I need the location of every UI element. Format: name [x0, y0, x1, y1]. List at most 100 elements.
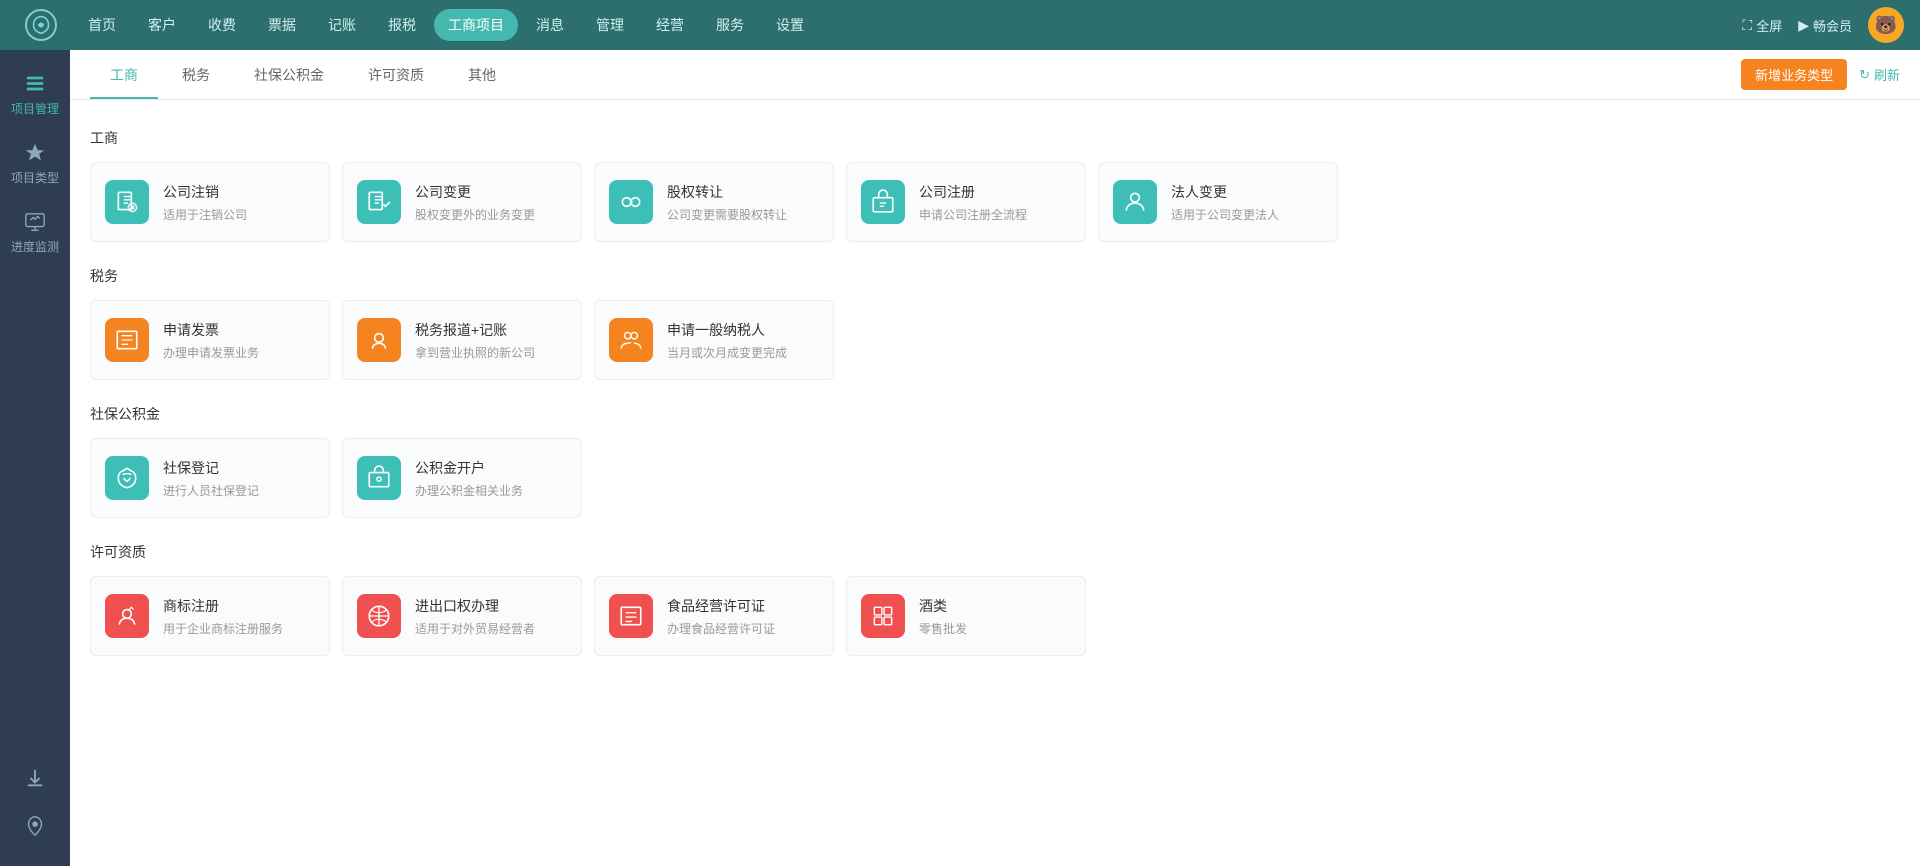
tab-bar: 工商 税务 社保公积金 许可资质 其他 新增业务类型 ↻ 刷新 — [70, 50, 1920, 100]
icon-food-license — [609, 594, 653, 638]
icon-company-change — [357, 180, 401, 224]
nav-item-settings[interactable]: 设置 — [762, 9, 818, 41]
nav-item-home[interactable]: 首页 — [74, 9, 130, 41]
card-info-company-change: 公司变更 股权变更外的业务变更 — [415, 182, 535, 223]
card-info-company-register: 公司注册 申请公司注册全流程 — [919, 182, 1027, 223]
tab-actions: 新增业务类型 ↻ 刷新 — [1741, 59, 1900, 90]
card-company-register[interactable]: 公司注册 申请公司注册全流程 — [846, 162, 1086, 242]
icon-tax-report — [357, 318, 401, 362]
sidebar-bottom — [15, 754, 55, 866]
icon-alcohol — [861, 594, 905, 638]
nav-item-client[interactable]: 客户 — [134, 9, 190, 41]
card-title-food-license: 食品经营许可证 — [667, 596, 775, 616]
card-info-social-security: 社保登记 进行人员社保登记 — [163, 458, 259, 499]
card-equity-transfer[interactable]: 股权转让 公司变更需要股权转让 — [594, 162, 834, 242]
nav-item-bizproject[interactable]: 工商项目 — [434, 9, 518, 41]
card-title-social-security: 社保登记 — [163, 458, 259, 478]
card-info-tax-report: 税务报道+记账 拿到营业执照的新公司 — [415, 320, 535, 361]
list-icon — [23, 72, 47, 96]
sidebar-item-project-type[interactable]: 项目类型 — [0, 129, 70, 198]
sidebar-item-location[interactable] — [15, 802, 55, 850]
card-info-trademark: 商标注册 用于企业商标注册服务 — [163, 596, 283, 637]
card-grid-xukezi: 商标注册 用于企业商标注册服务 进出口权办理 适用于对外贸易 — [90, 576, 1900, 656]
nav-item-fee[interactable]: 收费 — [194, 9, 250, 41]
card-title-alcohol: 酒类 — [919, 596, 967, 616]
card-desc-invoice-apply: 办理申请发票业务 — [163, 344, 259, 361]
left-sidebar: 项目管理 项目类型 进度监测 — [0, 50, 70, 866]
tab-xukezi[interactable]: 许可资质 — [348, 50, 444, 99]
member-label: 畅会员 — [1813, 16, 1852, 35]
sidebar-item-progress-monitor[interactable]: 进度监测 — [0, 198, 70, 267]
nav-item-operations[interactable]: 经营 — [642, 9, 698, 41]
card-social-security[interactable]: 社保登记 进行人员社保登记 — [90, 438, 330, 518]
icon-company-cancellation — [105, 180, 149, 224]
card-grid-shebao: 社保登记 进行人员社保登记 公积金开户 办理公积金相关业务 — [90, 438, 1900, 518]
icon-general-taxpayer — [609, 318, 653, 362]
section-title-shebao: 社保公积金 — [90, 404, 1900, 424]
tab-other[interactable]: 其他 — [448, 50, 516, 99]
tab-shebao[interactable]: 社保公积金 — [234, 50, 344, 99]
card-provident-fund[interactable]: 公积金开户 办理公积金相关业务 — [342, 438, 582, 518]
icon-import-export — [357, 594, 401, 638]
card-title-company-change: 公司变更 — [415, 182, 535, 202]
card-grid-gongshang: 公司注销 适用于注销公司 公司变更 股权变更外的业务变更 — [90, 162, 1900, 242]
sidebar-item-project-manage[interactable]: 项目管理 — [0, 60, 70, 129]
card-food-license[interactable]: 食品经营许可证 办理食品经营许可证 — [594, 576, 834, 656]
card-trademark[interactable]: 商标注册 用于企业商标注册服务 — [90, 576, 330, 656]
card-desc-import-export: 适用于对外贸易经营者 — [415, 620, 535, 637]
card-desc-social-security: 进行人员社保登记 — [163, 482, 259, 499]
card-info-import-export: 进出口权办理 适用于对外贸易经营者 — [415, 596, 535, 637]
card-invoice-apply[interactable]: 申请发票 办理申请发票业务 — [90, 300, 330, 380]
nav-item-accounting[interactable]: 记账 — [314, 9, 370, 41]
tab-gongshang[interactable]: 工商 — [90, 50, 158, 99]
card-alcohol[interactable]: 酒类 零售批发 — [846, 576, 1086, 656]
card-company-change[interactable]: 公司变更 股权变更外的业务变更 — [342, 162, 582, 242]
card-title-provident-fund: 公积金开户 — [415, 458, 523, 478]
card-import-export[interactable]: 进出口权办理 适用于对外贸易经营者 — [342, 576, 582, 656]
icon-company-register — [861, 180, 905, 224]
card-tax-report[interactable]: 税务报道+记账 拿到营业执照的新公司 — [342, 300, 582, 380]
location-icon — [23, 814, 47, 838]
refresh-icon: ↻ — [1859, 67, 1870, 83]
nav-item-bills[interactable]: 票据 — [254, 9, 310, 41]
refresh-label: 刷新 — [1874, 65, 1900, 84]
add-type-button[interactable]: 新增业务类型 — [1741, 59, 1847, 90]
card-grid-shuiwu: 申请发票 办理申请发票业务 税务报道+记账 拿到营业执照的新公司 — [90, 300, 1900, 380]
sidebar-item-download[interactable] — [15, 754, 55, 802]
card-general-taxpayer[interactable]: 申请一般纳税人 当月或次月成变更完成 — [594, 300, 834, 380]
sidebar-label-project-type: 项目类型 — [11, 169, 59, 186]
card-desc-company-change: 股权变更外的业务变更 — [415, 206, 535, 223]
nav-item-tax[interactable]: 报税 — [374, 9, 430, 41]
icon-trademark — [105, 594, 149, 638]
card-desc-company-cancellation: 适用于注销公司 — [163, 206, 247, 223]
card-legal-change[interactable]: 法人变更 适用于公司变更法人 — [1098, 162, 1338, 242]
section-title-shuiwu: 税务 — [90, 266, 1900, 286]
fullscreen-label: 全屏 — [1756, 16, 1782, 35]
nav-item-service[interactable]: 服务 — [702, 9, 758, 41]
icon-invoice-apply — [105, 318, 149, 362]
mascot-avatar[interactable]: 🐻 — [1868, 7, 1904, 43]
logo-icon — [25, 9, 57, 41]
card-info-alcohol: 酒类 零售批发 — [919, 596, 967, 637]
card-desc-alcohol: 零售批发 — [919, 620, 967, 637]
monitor-icon — [23, 210, 47, 234]
card-desc-general-taxpayer: 当月或次月成变更完成 — [667, 344, 787, 361]
card-desc-tax-report: 拿到营业执照的新公司 — [415, 344, 535, 361]
card-info-provident-fund: 公积金开户 办理公积金相关业务 — [415, 458, 523, 499]
nav-item-manage[interactable]: 管理 — [582, 9, 638, 41]
card-info-invoice-apply: 申请发票 办理申请发票业务 — [163, 320, 259, 361]
star-icon — [23, 141, 47, 165]
member-button[interactable]: ▶ 畅会员 — [1798, 16, 1852, 35]
card-company-cancellation[interactable]: 公司注销 适用于注销公司 — [90, 162, 330, 242]
scroll-content[interactable]: 工商 公司注销 适用于注销公司 — [70, 100, 1920, 866]
logo[interactable] — [16, 0, 66, 50]
refresh-button[interactable]: ↻ 刷新 — [1859, 65, 1900, 84]
card-desc-legal-change: 适用于公司变更法人 — [1171, 206, 1279, 223]
fullscreen-button[interactable]: ⛶ 全屏 — [1742, 16, 1782, 35]
icon-social-security — [105, 456, 149, 500]
download-icon — [23, 766, 47, 790]
tab-shuiwu[interactable]: 税务 — [162, 50, 230, 99]
card-info-company-cancellation: 公司注销 适用于注销公司 — [163, 182, 247, 223]
card-title-general-taxpayer: 申请一般纳税人 — [667, 320, 787, 340]
nav-item-message[interactable]: 消息 — [522, 9, 578, 41]
